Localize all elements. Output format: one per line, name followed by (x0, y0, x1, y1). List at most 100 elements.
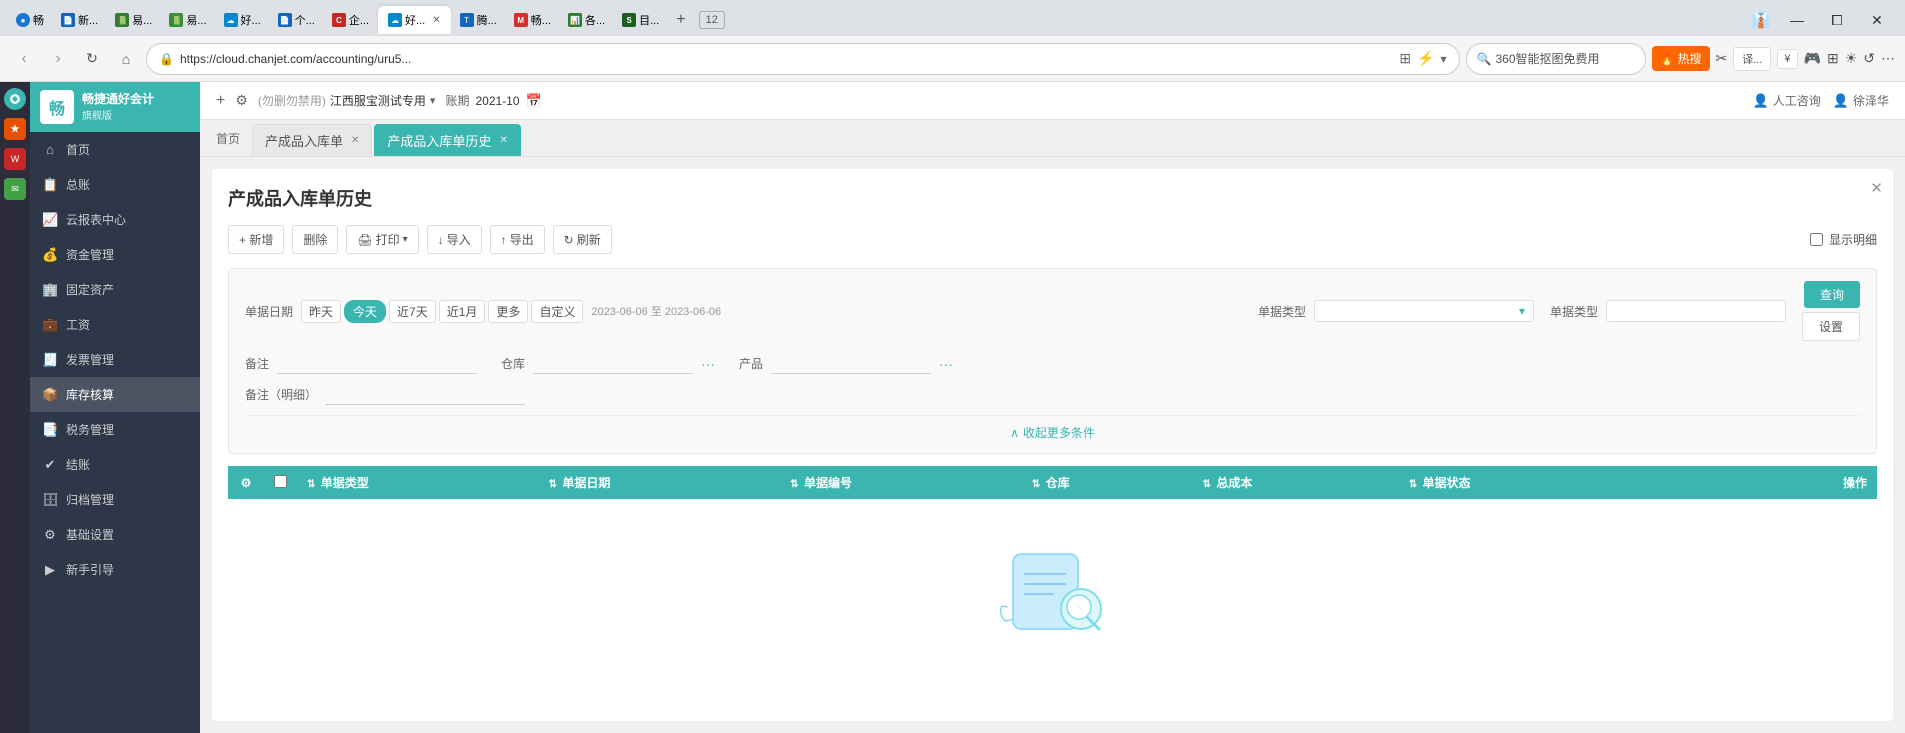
tab-history-close[interactable]: ✕ (499, 135, 507, 146)
yuan-btn[interactable]: ¥ (1777, 49, 1797, 69)
col-gear[interactable]: ⚙ (228, 466, 264, 499)
product-input[interactable] (771, 353, 931, 374)
sidebar-icon-3[interactable]: W (4, 148, 26, 170)
grid-icon[interactable]: ⊞ (1827, 50, 1839, 67)
export-btn[interactable]: ↑ 导出 (490, 225, 545, 254)
sidebar-item-fixed[interactable]: 🏢 固定资产 (30, 272, 200, 307)
sidebar-item-archive[interactable]: 🗄 归档管理 (30, 482, 200, 517)
sidebar-icon-4[interactable]: ✉ (4, 178, 26, 200)
minimize-button[interactable]: — (1777, 6, 1817, 34)
select-all-checkbox[interactable] (274, 475, 287, 488)
basic-nav-label: 基础设置 (66, 526, 114, 543)
sidebar-item-ledger[interactable]: 📋 总账 (30, 167, 200, 202)
forward-button[interactable]: › (44, 45, 72, 73)
week7-btn[interactable]: 近7天 (389, 300, 436, 323)
tab-12[interactable]: S 目... (614, 6, 667, 34)
tab-7[interactable]: C 企... (324, 6, 377, 34)
settings-topbar-icon[interactable]: ⚙ (235, 92, 248, 109)
col-number[interactable]: ⇅ 单据编号 (780, 466, 1022, 499)
display-toggle[interactable]: 显示明细 (1810, 231, 1877, 248)
settings-filter-btn[interactable]: 设置 (1802, 312, 1860, 341)
col-check[interactable] (264, 466, 297, 499)
sidebar-icon-1[interactable] (4, 88, 26, 110)
warehouse-input[interactable] (533, 353, 693, 374)
sidebar-item-invoice[interactable]: 🧾 发票管理 (30, 342, 200, 377)
month1-btn[interactable]: 近1月 (439, 300, 486, 323)
panel-close-btn[interactable]: ✕ (1870, 179, 1883, 197)
theme-icon[interactable]: ☀ (1845, 50, 1858, 67)
add-button-topbar[interactable]: + (216, 92, 225, 110)
breadcrumb-home[interactable]: 首页 (208, 122, 248, 155)
print-btn[interactable]: 🖨 打印 ▾ (346, 225, 418, 254)
query-btn[interactable]: 查询 (1804, 281, 1860, 308)
sidebar-icon-2[interactable]: ★ (4, 118, 26, 140)
user-profile[interactable]: 👤 徐泽华 (1833, 92, 1889, 109)
tab-5[interactable]: ☁ 好... (216, 6, 269, 34)
tab-6[interactable]: 📄 个... (270, 6, 323, 34)
sidebar-item-inventory[interactable]: 📦 库存核算 (30, 377, 200, 412)
calendar-icon[interactable]: 📅 (526, 93, 542, 109)
tab-3[interactable]: 📗 易... (107, 6, 160, 34)
maximize-button[interactable]: ⧠ (1817, 6, 1857, 34)
voucher-input[interactable] (1606, 300, 1786, 322)
display-checkbox[interactable] (1810, 233, 1823, 246)
delete-btn[interactable]: 删除 (292, 225, 338, 254)
note-input[interactable] (277, 353, 477, 374)
more-btn[interactable]: 更多 (488, 300, 528, 323)
type-select[interactable]: ▾ (1314, 300, 1534, 322)
tab-8-active[interactable]: ☁ 好... ✕ (378, 6, 451, 34)
back-button[interactable]: ‹ (10, 45, 38, 73)
search-bar[interactable]: 🔍 360智能抠图免费用 (1466, 43, 1646, 75)
user-support-btn[interactable]: 👤 人工咨询 (1753, 92, 1821, 109)
note-detail-input[interactable] (325, 384, 525, 405)
tab-2[interactable]: 📄 新... (53, 6, 106, 34)
add-btn[interactable]: + 新增 (228, 225, 284, 254)
tab-10[interactable]: M 畅... (506, 6, 559, 34)
tab-list-page[interactable]: 产成品入库单 ✕ (252, 124, 372, 156)
hot-search-btn[interactable]: 🔥 热搜 (1652, 46, 1710, 71)
custom-btn[interactable]: 自定义 (531, 300, 583, 323)
company-selector[interactable]: (勿删勿禁用) 江西服宝测试专用 ▾ (258, 92, 436, 109)
tab-list-close[interactable]: ✕ (351, 135, 359, 146)
note-detail-label: 备注（明细） (245, 386, 317, 403)
tab-history-page[interactable]: 产成品入库单历史 ✕ (374, 124, 520, 156)
translate-btn[interactable]: 译... (1733, 47, 1771, 71)
close-window-button[interactable]: ✕ (1857, 6, 1897, 34)
page-tab-list[interactable]: 产成品入库单 ✕ 产成品入库单历史 ✕ (252, 120, 521, 156)
collapse-btn[interactable]: ∧ 收起更多条件 (1010, 424, 1095, 441)
tab-11[interactable]: 📊 各... (560, 6, 613, 34)
sidebar-item-salary[interactable]: 💼 工资 (30, 307, 200, 342)
col-date[interactable]: ⇅ 单据日期 (539, 466, 781, 499)
col-status[interactable]: ⇅ 单据状态 (1399, 466, 1641, 499)
yesterday-btn[interactable]: 昨天 (301, 300, 341, 323)
tab-9[interactable]: T 腾... (452, 6, 505, 34)
sidebar-item-basic[interactable]: ⚙ 基础设置 (30, 517, 200, 552)
url-bar[interactable]: 🔒 https://cloud.chanjet.com/accounting/u… (146, 43, 1460, 75)
tab-close-8[interactable]: ✕ (432, 15, 440, 26)
new-tab-button[interactable]: + (668, 6, 693, 34)
scissors-icon[interactable]: ✂ (1716, 50, 1728, 67)
tab-1[interactable]: ● 畅 (8, 6, 52, 34)
refresh-btn[interactable]: ↻ 刷新 (553, 225, 612, 254)
import-btn[interactable]: ↓ 导入 (427, 225, 482, 254)
sidebar-item-guide[interactable]: ▶ 新手引导 (30, 552, 200, 587)
sidebar-item-home[interactable]: ⌂ 首页 (30, 132, 200, 167)
warehouse-more-icon[interactable]: ··· (701, 356, 715, 372)
tab-4[interactable]: 📗 易... (161, 6, 214, 34)
today-btn[interactable]: 今天 (344, 300, 386, 323)
sidebar-header[interactable]: 畅 畅捷通好会计 旗舰版 (30, 82, 200, 132)
dropdown-arrow-icon[interactable]: ▾ (1441, 52, 1447, 66)
sidebar-item-tax[interactable]: 📑 税务管理 (30, 412, 200, 447)
col-total-cost[interactable]: ⇅ 总成本 (1193, 466, 1399, 499)
sidebar-item-report[interactable]: 📈 云报表中心 (30, 202, 200, 237)
settings-icon[interactable]: ⋯ (1881, 50, 1895, 67)
home-button[interactable]: ⌂ (112, 45, 140, 73)
refresh-button[interactable]: ↻ (78, 45, 106, 73)
sidebar-item-fund[interactable]: 💰 资金管理 (30, 237, 200, 272)
sync-icon[interactable]: ↺ (1863, 50, 1875, 67)
product-more-icon[interactable]: ··· (939, 356, 953, 372)
col-warehouse[interactable]: ⇅ 仓库 (1022, 466, 1193, 499)
sidebar-item-checkout[interactable]: ✔ 结账 (30, 447, 200, 482)
game-icon[interactable]: 🎮 (1804, 50, 1821, 67)
col-type[interactable]: ⇅ 单据类型 (297, 466, 539, 499)
